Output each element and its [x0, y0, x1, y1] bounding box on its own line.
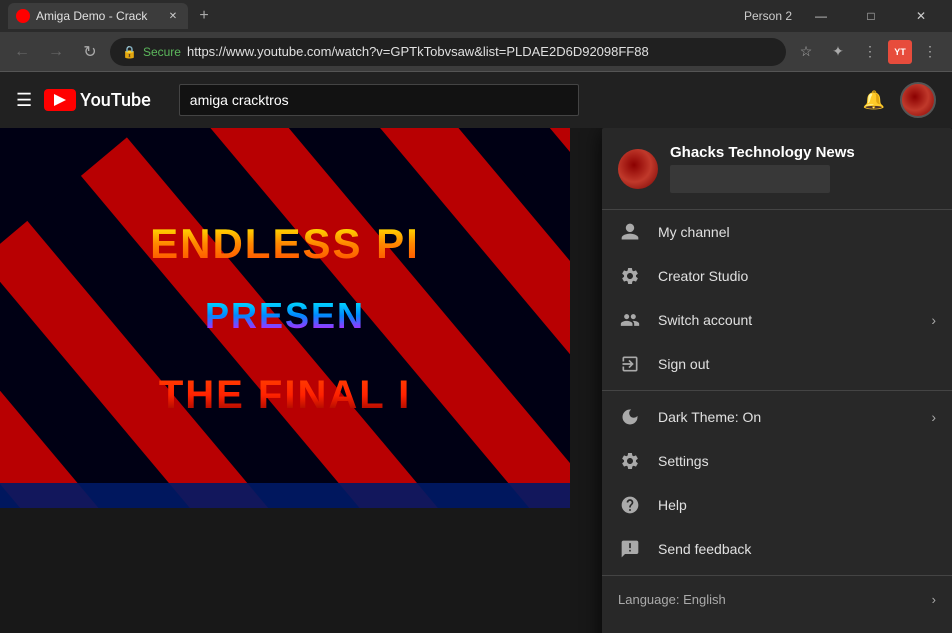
tab-favicon-icon	[16, 9, 30, 23]
language-label: Language: English	[618, 592, 932, 607]
tab-area: Amiga Demo - Crack ✕ +	[8, 0, 738, 32]
header-right: 🔔	[856, 82, 936, 118]
settings-label: Settings	[658, 453, 936, 469]
svg-text:THE FINAL I: THE FINAL I	[159, 373, 411, 417]
youtube-logo-text: YouTube	[80, 90, 151, 111]
svg-text:ENDLESS PI: ENDLESS PI	[150, 220, 420, 267]
dark-theme-label: Dark Theme: On	[658, 409, 915, 425]
dropdown-language[interactable]: Language: English ›	[602, 580, 952, 619]
sign-out-label: Sign out	[658, 356, 936, 372]
account-dropdown-menu: Ghacks Technology News My channel Creato…	[602, 128, 952, 633]
secure-label: Secure	[143, 45, 181, 59]
settings-icon	[618, 449, 642, 473]
video-svg: ENDLESS PI PRESEN THE FINAL I	[0, 128, 570, 508]
switch-account-arrow-icon: ›	[931, 312, 936, 328]
tab-title: Amiga Demo - Crack	[36, 9, 160, 23]
yt-extension-icon[interactable]: YT	[888, 40, 912, 64]
minimize-button[interactable]: —	[798, 0, 844, 32]
dropdown-help[interactable]: Help	[602, 483, 952, 527]
cast-icon[interactable]: ☆	[792, 38, 820, 66]
more-options-icon[interactable]: ⋮	[856, 38, 884, 66]
close-button[interactable]: ✕	[898, 0, 944, 32]
youtube-page: ☰ YouTube 🔔	[0, 72, 952, 633]
dropdown-divider-1	[602, 390, 952, 391]
forward-button[interactable]: →	[42, 38, 70, 66]
dropdown-creator-studio[interactable]: Creator Studio	[602, 254, 952, 298]
video-thumbnail: ENDLESS PI PRESEN THE FINAL I	[0, 128, 570, 508]
svg-text:PRESEN: PRESEN	[205, 295, 365, 336]
window-controls: — □ ✕	[798, 0, 944, 32]
feedback-icon	[618, 537, 642, 561]
switch-account-label: Switch account	[658, 312, 915, 328]
youtube-header: ☰ YouTube 🔔	[0, 72, 952, 128]
switch-account-icon	[618, 308, 642, 332]
language-arrow-icon: ›	[932, 592, 936, 607]
dropdown-my-channel[interactable]: My channel	[602, 210, 952, 254]
video-player[interactable]: ENDLESS PI PRESEN THE FINAL I	[0, 128, 570, 508]
help-label: Help	[658, 497, 936, 513]
dropdown-divider-2	[602, 575, 952, 576]
url-text: https://www.youtube.com/watch?v=GPTkTobv…	[187, 44, 774, 59]
dropdown-dark-theme[interactable]: Dark Theme: On ›	[602, 395, 952, 439]
back-button[interactable]: ←	[8, 38, 36, 66]
browser-toolbar: ← → ↻ 🔒 Secure https://www.youtube.com/w…	[0, 32, 952, 72]
search-input[interactable]	[179, 84, 579, 116]
new-tab-button[interactable]: +	[192, 4, 216, 28]
creator-studio-label: Creator Studio	[658, 268, 936, 284]
avatar-image	[902, 84, 934, 116]
menu-hamburger-icon[interactable]: ☰	[16, 90, 32, 111]
help-icon	[618, 493, 642, 517]
sign-out-icon	[618, 352, 642, 376]
dropdown-content-location[interactable]: Content location: United States ›	[602, 619, 952, 633]
bookmark-icon[interactable]: ✦	[824, 38, 852, 66]
youtube-content: ENDLESS PI PRESEN THE FINAL I	[0, 128, 952, 633]
dropdown-channel-name: Ghacks Technology News	[670, 144, 855, 161]
browser-titlebar: Amiga Demo - Crack ✕ + Person 2 — □ ✕	[0, 0, 952, 32]
dropdown-account-info: Ghacks Technology News	[670, 144, 855, 193]
browser-tab[interactable]: Amiga Demo - Crack ✕	[8, 3, 188, 29]
dropdown-settings[interactable]: Settings	[602, 439, 952, 483]
dark-theme-arrow-icon: ›	[931, 409, 936, 425]
address-bar[interactable]: 🔒 Secure https://www.youtube.com/watch?v…	[110, 38, 786, 66]
gear-icon	[618, 264, 642, 288]
person-label: Person 2	[744, 9, 792, 23]
toolbar-icons: ☆ ✦ ⋮ YT ⋮	[792, 38, 944, 66]
account-avatar-button[interactable]	[900, 82, 936, 118]
send-feedback-label: Send feedback	[658, 541, 936, 557]
youtube-logo-icon	[44, 89, 76, 111]
dropdown-header: Ghacks Technology News	[602, 128, 952, 210]
tab-close-button[interactable]: ✕	[166, 9, 180, 23]
refresh-button[interactable]: ↻	[76, 38, 104, 66]
dropdown-input-bar[interactable]	[670, 165, 830, 193]
person-icon	[618, 220, 642, 244]
my-channel-label: My channel	[658, 224, 936, 240]
moon-icon	[618, 405, 642, 429]
youtube-logo[interactable]: YouTube	[44, 89, 151, 111]
secure-lock-icon: 🔒	[122, 45, 137, 59]
dropdown-sign-out[interactable]: Sign out	[602, 342, 952, 386]
chrome-menu-icon[interactable]: ⋮	[916, 38, 944, 66]
notifications-icon[interactable]: 🔔	[856, 82, 892, 118]
dropdown-send-feedback[interactable]: Send feedback	[602, 527, 952, 571]
maximize-button[interactable]: □	[848, 0, 894, 32]
search-bar[interactable]	[179, 84, 579, 116]
dropdown-switch-account[interactable]: Switch account ›	[602, 298, 952, 342]
dropdown-avatar	[618, 149, 658, 189]
